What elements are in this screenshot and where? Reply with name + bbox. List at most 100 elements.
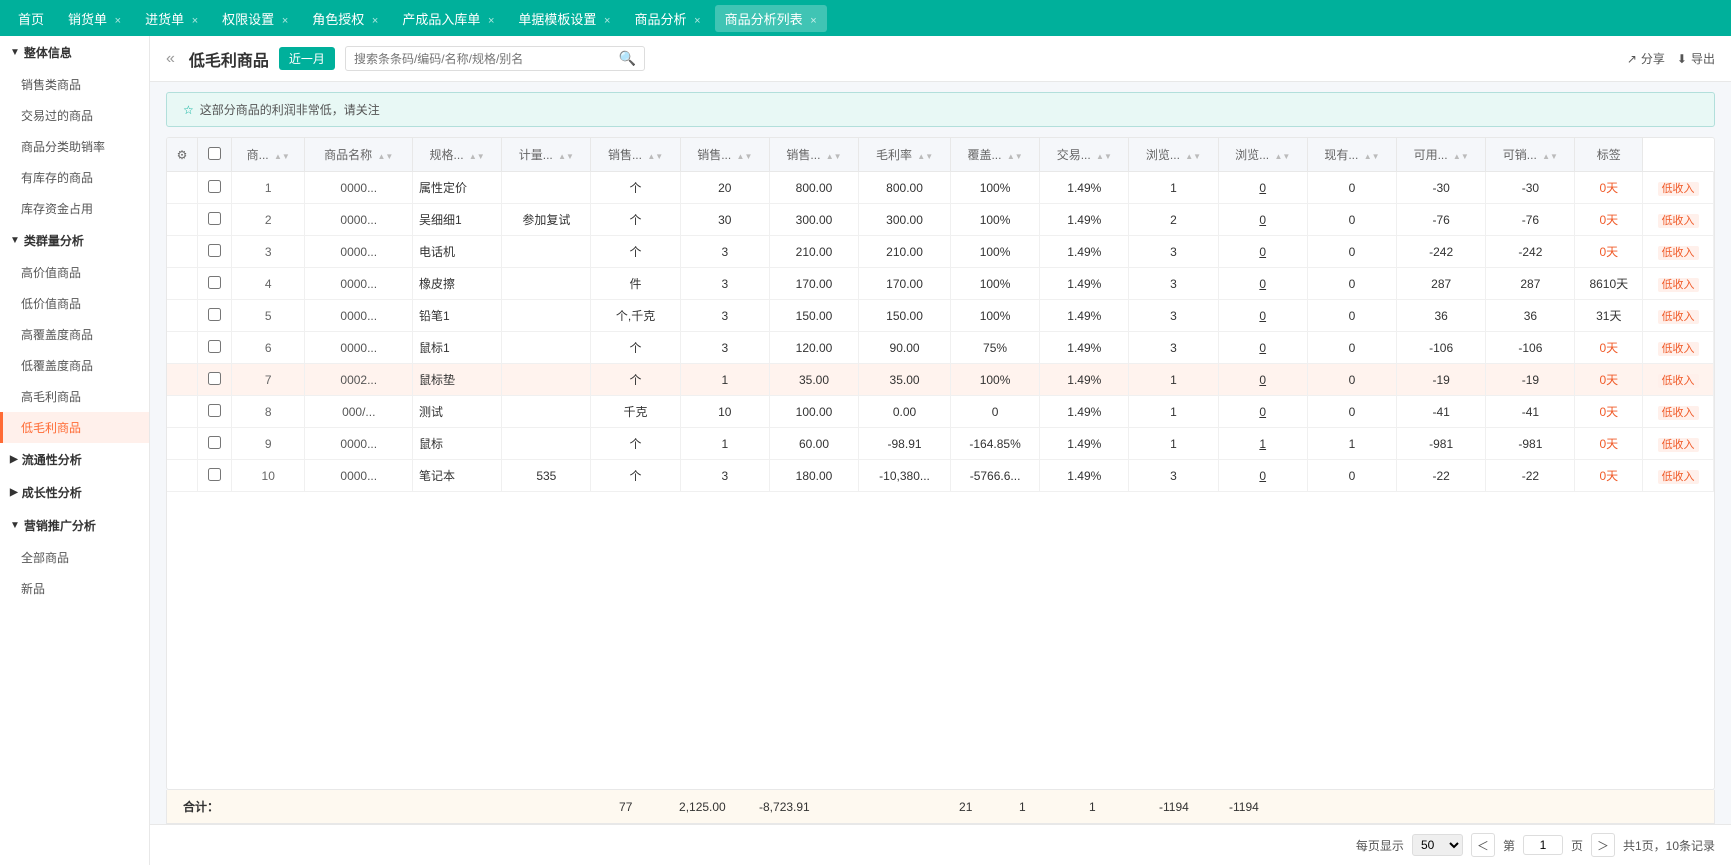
- row-checkbox[interactable]: [208, 180, 221, 193]
- per-page-select[interactable]: 50 100 200: [1412, 834, 1463, 856]
- view1-link[interactable]: 0: [1259, 341, 1266, 355]
- export-button[interactable]: ⬇ 导出: [1677, 50, 1715, 67]
- sidebar-item-low-margin[interactable]: 低毛利商品: [0, 412, 149, 443]
- cell-checkbox[interactable]: [197, 364, 231, 396]
- sidebar-item-low-coverage[interactable]: 低覆盖度商品: [0, 350, 149, 381]
- th-unit[interactable]: 计量... ▲▼: [502, 138, 591, 172]
- cell-settings[interactable]: [167, 268, 197, 300]
- cell-view1[interactable]: 0: [1218, 364, 1307, 396]
- cell-view1[interactable]: 0: [1218, 396, 1307, 428]
- sidebar-item-capital[interactable]: 库存资金占用: [0, 193, 149, 224]
- th-stock-current[interactable]: 现有... ▲▼: [1307, 138, 1396, 172]
- cell-view1[interactable]: 0: [1218, 460, 1307, 492]
- nav-item-permissions[interactable]: 权限设置 ×: [212, 5, 298, 32]
- sidebar-item-traded-goods[interactable]: 交易过的商品: [0, 100, 149, 131]
- th-sale-amount[interactable]: 销售... ▲▼: [680, 138, 769, 172]
- row-checkbox[interactable]: [208, 308, 221, 321]
- nav-item-sales[interactable]: 销货单 ×: [58, 5, 131, 32]
- cell-checkbox[interactable]: [197, 428, 231, 460]
- select-all-checkbox[interactable]: [208, 147, 221, 160]
- th-settings[interactable]: ⚙: [167, 138, 197, 172]
- view1-link[interactable]: 0: [1259, 181, 1266, 195]
- sidebar-section-flow[interactable]: ▶ 流通性分析: [0, 443, 149, 476]
- th-trade[interactable]: 交易... ▲▼: [1040, 138, 1129, 172]
- sidebar-section-cluster[interactable]: ▼ 类群量分析: [0, 224, 149, 257]
- cell-view1[interactable]: 1: [1218, 428, 1307, 460]
- sidebar-item-low-value[interactable]: 低价值商品: [0, 288, 149, 319]
- cell-checkbox[interactable]: [197, 236, 231, 268]
- page-number-input[interactable]: [1523, 835, 1563, 855]
- th-stock-sellable[interactable]: 可销... ▲▼: [1486, 138, 1575, 172]
- nav-item-purchase[interactable]: 进货单 ×: [135, 5, 208, 32]
- close-icon[interactable]: ×: [810, 15, 816, 27]
- cell-checkbox[interactable]: [197, 268, 231, 300]
- close-icon[interactable]: ×: [372, 15, 378, 27]
- sidebar-item-all-goods[interactable]: 全部商品: [0, 542, 149, 573]
- cell-settings[interactable]: [167, 332, 197, 364]
- close-icon[interactable]: ×: [604, 15, 610, 27]
- cell-checkbox[interactable]: [197, 204, 231, 236]
- sidebar-item-in-stock[interactable]: 有库存的商品: [0, 162, 149, 193]
- th-coverage[interactable]: 覆盖... ▲▼: [950, 138, 1039, 172]
- cell-settings[interactable]: [167, 236, 197, 268]
- view1-link[interactable]: 0: [1259, 405, 1266, 419]
- cell-view1[interactable]: 0: [1218, 300, 1307, 332]
- th-sale-qty[interactable]: 销售... ▲▼: [591, 138, 680, 172]
- view1-link[interactable]: 0: [1259, 213, 1266, 227]
- cell-settings[interactable]: [167, 396, 197, 428]
- cell-checkbox[interactable]: [197, 396, 231, 428]
- view1-link[interactable]: 0: [1259, 373, 1266, 387]
- th-gross-rate[interactable]: 毛利率 ▲▼: [859, 138, 951, 172]
- row-checkbox[interactable]: [208, 340, 221, 353]
- settings-icon[interactable]: ⚙: [177, 148, 188, 162]
- collapse-button[interactable]: «: [166, 50, 175, 68]
- sidebar-section-growth[interactable]: ▶ 成长性分析: [0, 476, 149, 509]
- next-page-button[interactable]: ＞: [1591, 833, 1615, 857]
- cell-view1[interactable]: 0: [1218, 172, 1307, 204]
- nav-item-products[interactable]: 产成品入库单 ×: [392, 5, 504, 32]
- cell-view1[interactable]: 0: [1218, 204, 1307, 236]
- cell-checkbox[interactable]: [197, 460, 231, 492]
- row-checkbox[interactable]: [208, 212, 221, 225]
- row-checkbox[interactable]: [208, 372, 221, 385]
- cell-settings[interactable]: [167, 300, 197, 332]
- th-sale-profit[interactable]: 销售... ▲▼: [769, 138, 858, 172]
- th-code[interactable]: 商... ▲▼: [231, 138, 305, 172]
- view1-link[interactable]: 0: [1259, 309, 1266, 323]
- sidebar-item-category-rate[interactable]: 商品分类助销率: [0, 131, 149, 162]
- sidebar-item-high-coverage[interactable]: 高覆盖度商品: [0, 319, 149, 350]
- th-tag[interactable]: 标签: [1575, 138, 1643, 172]
- th-stock-available[interactable]: 可用... ▲▼: [1397, 138, 1486, 172]
- sidebar-section-marketing[interactable]: ▼ 营销推广分析: [0, 509, 149, 542]
- row-checkbox[interactable]: [208, 404, 221, 417]
- cell-view1[interactable]: 0: [1218, 236, 1307, 268]
- view1-link[interactable]: 0: [1259, 469, 1266, 483]
- view1-link[interactable]: 1: [1259, 437, 1266, 451]
- cell-view1[interactable]: 0: [1218, 268, 1307, 300]
- date-filter-button[interactable]: 近一月: [279, 47, 335, 70]
- prev-page-button[interactable]: ＜: [1471, 833, 1495, 857]
- cell-view1[interactable]: 0: [1218, 332, 1307, 364]
- th-view2[interactable]: 浏览... ▲▼: [1218, 138, 1307, 172]
- share-button[interactable]: ↗ 分享: [1627, 50, 1665, 67]
- close-icon[interactable]: ×: [694, 15, 700, 27]
- view1-link[interactable]: 0: [1259, 245, 1266, 259]
- view1-link[interactable]: 0: [1259, 277, 1266, 291]
- search-icon[interactable]: 🔍: [619, 50, 636, 67]
- cell-settings[interactable]: [167, 364, 197, 396]
- close-icon[interactable]: ×: [192, 15, 198, 27]
- row-checkbox[interactable]: [208, 468, 221, 481]
- close-icon[interactable]: ×: [115, 15, 121, 27]
- cell-settings[interactable]: [167, 460, 197, 492]
- th-view1[interactable]: 浏览... ▲▼: [1129, 138, 1218, 172]
- cell-settings[interactable]: [167, 172, 197, 204]
- sidebar-item-high-margin[interactable]: 高毛利商品: [0, 381, 149, 412]
- th-spec[interactable]: 规格... ▲▼: [413, 138, 502, 172]
- cell-settings[interactable]: [167, 204, 197, 236]
- sidebar-item-high-value[interactable]: 高价值商品: [0, 257, 149, 288]
- nav-item-analysis-list[interactable]: 商品分析列表 ×: [715, 5, 827, 32]
- nav-item-home[interactable]: 首页: [8, 5, 54, 32]
- nav-item-templates[interactable]: 单据模板设置 ×: [508, 5, 620, 32]
- row-checkbox[interactable]: [208, 244, 221, 257]
- sidebar-section-overall[interactable]: ▼ 整体信息: [0, 36, 149, 69]
